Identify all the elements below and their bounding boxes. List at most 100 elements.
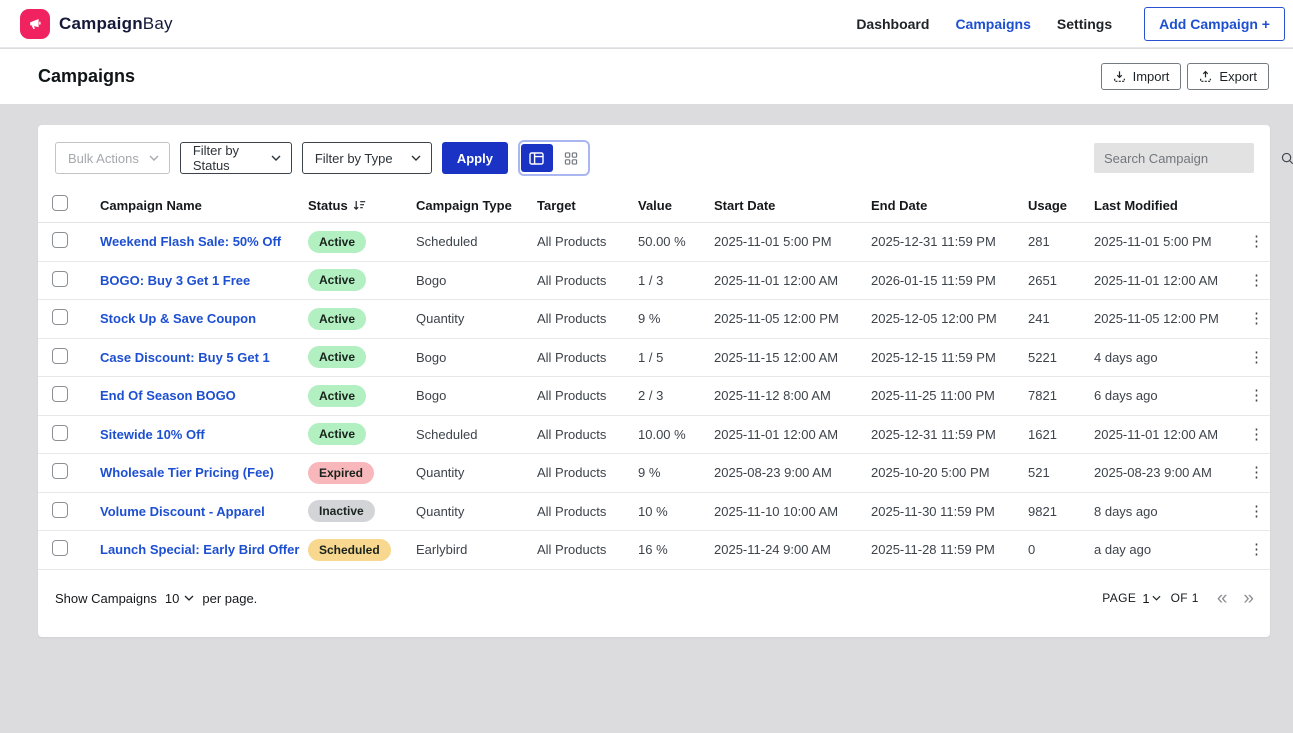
value-cell: 1 / 3 <box>638 273 714 288</box>
kebab-menu-icon[interactable]: ⋮ <box>1249 388 1265 403</box>
campaign-name-link[interactable]: Case Discount: Buy 5 Get 1 <box>100 350 270 365</box>
usage-cell: 9821 <box>1028 504 1094 519</box>
table-header-row: Campaign Name Status Campaign Type Targe… <box>38 189 1270 223</box>
campaign-name-link[interactable]: Volume Discount - Apparel <box>100 504 265 519</box>
table-view-button[interactable] <box>521 144 553 172</box>
kebab-menu-icon[interactable]: ⋮ <box>1249 311 1265 326</box>
campaign-name-link[interactable]: Launch Special: Early Bird Offer <box>100 542 299 557</box>
search-icon[interactable] <box>1280 151 1293 166</box>
row-checkbox[interactable] <box>52 309 68 325</box>
start-date-cell: 2025-11-01 12:00 AM <box>714 273 871 288</box>
chevron-down-icon <box>149 155 159 161</box>
top-nav: Dashboard Campaigns Settings Add Campaig… <box>856 7 1285 41</box>
row-checkbox[interactable] <box>52 386 68 402</box>
last-modified-cell: 2025-11-05 12:00 PM <box>1094 311 1249 326</box>
nav-settings[interactable]: Settings <box>1057 16 1112 32</box>
target-cell: All Products <box>537 234 638 249</box>
filter-type-select[interactable]: Filter by Type <box>302 142 432 174</box>
usage-cell: 5221 <box>1028 350 1094 365</box>
brand-bold: Campaign <box>59 14 143 33</box>
show-campaigns-label: Show Campaigns <box>55 591 157 606</box>
campaign-name-link[interactable]: End Of Season BOGO <box>100 388 236 403</box>
row-checkbox[interactable] <box>52 271 68 287</box>
value-cell: 50.00 % <box>638 234 714 249</box>
chevron-down-icon <box>1152 595 1161 601</box>
kebab-menu-icon[interactable]: ⋮ <box>1249 504 1265 519</box>
col-value: Value <box>638 198 714 213</box>
target-cell: All Products <box>537 542 638 557</box>
campaign-name-link[interactable]: BOGO: Buy 3 Get 1 Free <box>100 273 250 288</box>
grid-view-button[interactable] <box>555 144 587 172</box>
table-row: Launch Special: Early Bird Offer Schedul… <box>38 531 1270 570</box>
usage-cell: 2651 <box>1028 273 1094 288</box>
filter-type-label: Filter by Type <box>315 151 393 166</box>
end-date-cell: 2025-12-31 11:59 PM <box>871 234 1028 249</box>
previous-page-icon[interactable]: « <box>1217 589 1228 608</box>
col-usage: Usage <box>1028 198 1094 213</box>
nav-campaigns[interactable]: Campaigns <box>955 16 1030 32</box>
end-date-cell: 2025-12-31 11:59 PM <box>871 427 1028 442</box>
table-view-icon <box>529 152 544 165</box>
apply-button[interactable]: Apply <box>442 142 508 174</box>
status-badge: Active <box>308 385 366 407</box>
title-band: Campaigns Import Export <box>0 49 1293 104</box>
table-row: Stock Up & Save Coupon Active Quantity A… <box>38 300 1270 339</box>
brand: CampaignBay <box>20 9 173 39</box>
last-modified-cell: 2025-11-01 12:00 AM <box>1094 273 1249 288</box>
row-checkbox[interactable] <box>52 540 68 556</box>
table-row: Weekend Flash Sale: 50% Off Active Sched… <box>38 223 1270 262</box>
start-date-cell: 2025-11-24 9:00 AM <box>714 542 871 557</box>
usage-cell: 281 <box>1028 234 1094 249</box>
campaign-name-link[interactable]: Weekend Flash Sale: 50% Off <box>100 234 281 249</box>
kebab-menu-icon[interactable]: ⋮ <box>1249 427 1265 442</box>
col-status[interactable]: Status <box>308 198 416 213</box>
value-cell: 9 % <box>638 311 714 326</box>
export-button[interactable]: Export <box>1187 63 1269 90</box>
add-campaign-button[interactable]: Add Campaign + <box>1144 7 1285 41</box>
campaign-type-cell: Scheduled <box>416 427 537 442</box>
row-checkbox[interactable] <box>52 348 68 364</box>
start-date-cell: 2025-11-01 12:00 AM <box>714 427 871 442</box>
kebab-menu-icon[interactable]: ⋮ <box>1249 465 1265 480</box>
nav-dashboard[interactable]: Dashboard <box>856 16 929 32</box>
kebab-menu-icon[interactable]: ⋮ <box>1249 234 1265 249</box>
page-select[interactable]: 1 <box>1142 591 1160 606</box>
col-last-modified: Last Modified <box>1094 198 1249 213</box>
select-all-checkbox[interactable] <box>52 195 68 211</box>
of-label: OF 1 <box>1171 591 1199 605</box>
sort-descending-icon[interactable] <box>353 200 366 211</box>
import-button[interactable]: Import <box>1101 63 1182 90</box>
per-page-select[interactable]: 10 <box>165 591 194 606</box>
table-row: Sitewide 10% Off Active Scheduled All Pr… <box>38 416 1270 455</box>
target-cell: All Products <box>537 273 638 288</box>
status-badge: Scheduled <box>308 539 391 561</box>
import-download-icon <box>1113 70 1126 83</box>
next-page-icon[interactable]: » <box>1243 589 1254 608</box>
last-modified-cell: 8 days ago <box>1094 504 1249 519</box>
filter-status-select[interactable]: Filter by Status <box>180 142 292 174</box>
kebab-menu-icon[interactable]: ⋮ <box>1249 350 1265 365</box>
page-value: 1 <box>1142 591 1149 606</box>
campaign-type-cell: Bogo <box>416 350 537 365</box>
bulk-actions-select[interactable]: Bulk Actions <box>55 142 170 174</box>
row-checkbox[interactable] <box>52 502 68 518</box>
value-cell: 10.00 % <box>638 427 714 442</box>
target-cell: All Products <box>537 427 638 442</box>
campaign-type-cell: Quantity <box>416 311 537 326</box>
value-cell: 1 / 5 <box>638 350 714 365</box>
pagination: PAGE 1 OF 1 « » <box>1102 589 1254 608</box>
kebab-menu-icon[interactable]: ⋮ <box>1249 542 1265 557</box>
campaign-name-link[interactable]: Wholesale Tier Pricing (Fee) <box>100 465 274 480</box>
search-input[interactable] <box>1104 151 1280 166</box>
campaign-name-link[interactable]: Sitewide 10% Off <box>100 427 205 442</box>
row-checkbox[interactable] <box>52 232 68 248</box>
campaign-type-cell: Bogo <box>416 388 537 403</box>
page-title: Campaigns <box>38 66 135 87</box>
campaign-type-cell: Scheduled <box>416 234 537 249</box>
row-checkbox[interactable] <box>52 463 68 479</box>
filter-status-label: Filter by Status <box>193 143 261 173</box>
kebab-menu-icon[interactable]: ⋮ <box>1249 273 1265 288</box>
row-checkbox[interactable] <box>52 425 68 441</box>
export-label: Export <box>1219 69 1257 84</box>
campaign-name-link[interactable]: Stock Up & Save Coupon <box>100 311 256 326</box>
